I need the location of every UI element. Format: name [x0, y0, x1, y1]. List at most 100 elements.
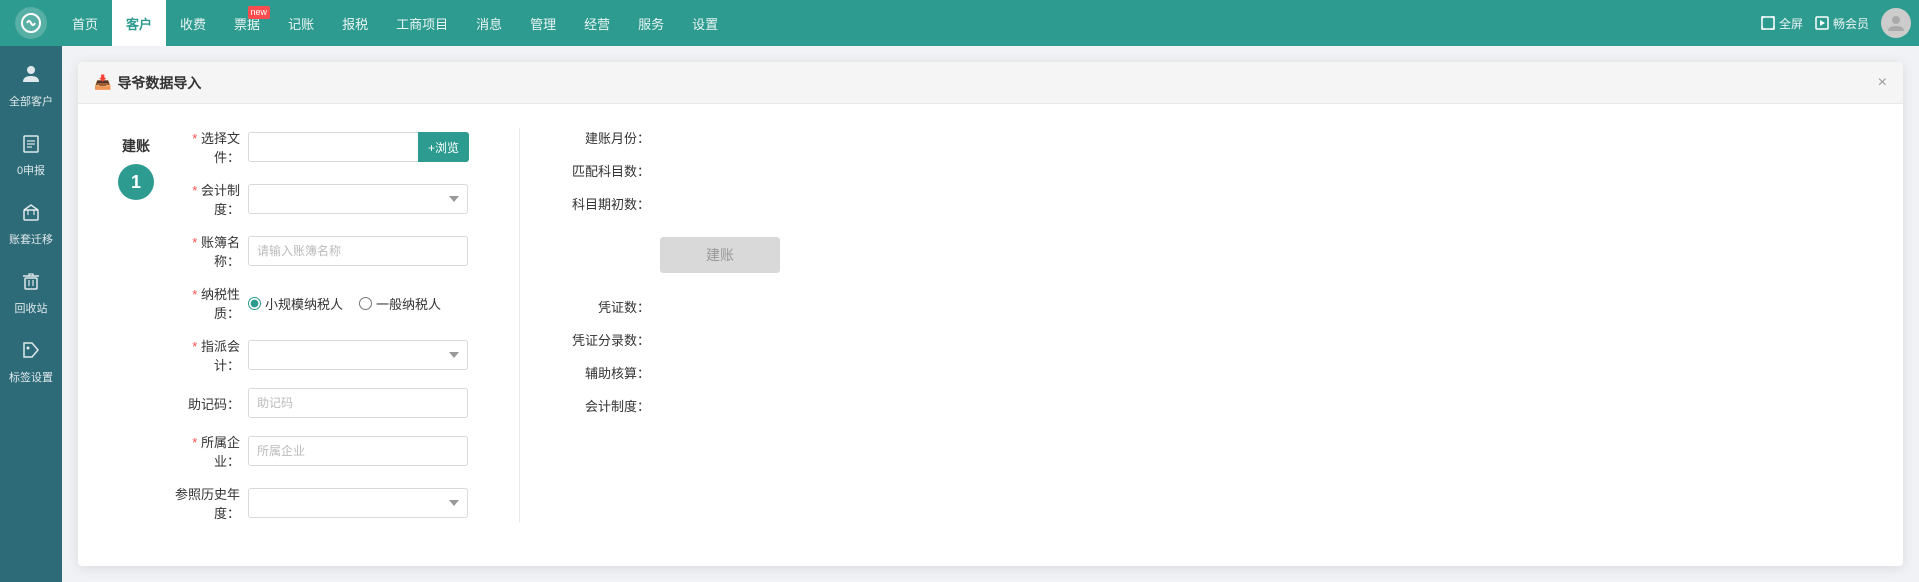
sidebar: 全部客户 0申报 账套迁移: [0, 46, 62, 582]
tax-type-label: * 纳税性质：: [170, 284, 240, 322]
accountant-row: * 指派会计：: [170, 336, 469, 374]
dialog-header: 📥 导爷数据导入 ×: [78, 62, 1903, 104]
company-row: * 所属企业：: [170, 432, 469, 470]
label-icon: [21, 340, 41, 365]
nav-item-fees[interactable]: 收费: [166, 0, 220, 46]
nav-item-customers[interactable]: 客户: [112, 0, 166, 46]
accounting-system-row: * 会计制度：: [170, 180, 469, 218]
all-customers-icon: [21, 64, 41, 89]
accounting-system-select[interactable]: [248, 184, 468, 214]
dialog-body: 建账 1 * 选择文件： +浏览: [78, 104, 1903, 546]
fullscreen-icon: [1761, 16, 1775, 30]
migration-icon: [21, 202, 41, 227]
step-label: 建账: [122, 128, 150, 156]
file-input[interactable]: [248, 132, 418, 162]
nav-item-manage[interactable]: 管理: [516, 0, 570, 46]
top-nav: 首页 客户 收费 票据 new 记账 报税 工商项目 消息 管理 经营 服务 设…: [0, 0, 1919, 46]
voucher-count-label: 凭证数：: [570, 297, 650, 316]
dialog: 📥 导爷数据导入 × 建账 1 *: [78, 62, 1903, 566]
user-icon: [1886, 13, 1906, 33]
sidebar-item-migration[interactable]: 账套迁移: [0, 192, 62, 257]
initial-subjects-row: 科目期初数：: [570, 194, 870, 213]
build-month-row: 建账月份：: [570, 128, 870, 147]
build-button[interactable]: 建账: [660, 237, 780, 273]
file-input-group: +浏览: [248, 132, 469, 162]
right-accounting-system-row: 会计制度：: [570, 396, 870, 415]
required-star-3: *: [192, 235, 197, 250]
required-star-6: *: [192, 435, 197, 450]
import-icon: 📥: [94, 74, 111, 91]
history-year-select[interactable]: [248, 488, 468, 518]
nav-item-business[interactable]: 工商项目: [382, 0, 462, 46]
right-accounting-system-label: 会计制度：: [570, 396, 650, 415]
memo-input[interactable]: [248, 388, 468, 418]
new-badge: new: [248, 6, 271, 19]
nav-item-settings[interactable]: 设置: [678, 0, 732, 46]
match-subjects-label: 匹配科目数：: [570, 161, 650, 180]
tax-small-radio[interactable]: 小规模纳税人: [248, 294, 343, 313]
play-icon: [1815, 16, 1829, 30]
nav-item-invoices[interactable]: 票据 new: [220, 0, 274, 46]
file-row: * 选择文件： +浏览: [170, 128, 469, 166]
tax-radio-group: 小规模纳税人 一般纳税人: [248, 294, 441, 313]
accountant-select[interactable]: [248, 340, 468, 370]
tag-icon: [21, 340, 41, 360]
initial-subjects-label: 科目期初数：: [570, 194, 650, 213]
accountant-label: * 指派会计：: [170, 336, 240, 374]
trash-icon: [21, 271, 41, 296]
close-button[interactable]: ×: [1878, 75, 1887, 91]
sidebar-item-declaration[interactable]: 0申报: [0, 123, 62, 188]
accounting-system-label: * 会计制度：: [170, 180, 240, 218]
declaration-icon: [21, 133, 41, 158]
divider: [519, 128, 520, 522]
trash-svg-icon: [21, 271, 41, 291]
build-btn-container: 建账: [570, 237, 870, 273]
required-star: *: [192, 131, 197, 146]
tax-general-radio[interactable]: 一般纳税人: [359, 294, 441, 313]
avatar[interactable]: [1881, 8, 1911, 38]
user-group-icon: [21, 64, 41, 84]
main-layout: 全部客户 0申报 账套迁移: [0, 46, 1919, 582]
history-year-row: 参照历史年度：: [170, 484, 469, 522]
voucher-entries-row: 凭证分录数：: [570, 330, 870, 349]
voucher-count-row: 凭证数：: [570, 297, 870, 316]
nav-item-bookkeeping[interactable]: 记账: [274, 0, 328, 46]
history-year-label: 参照历史年度：: [170, 484, 240, 522]
aux-accounting-label: 辅助核算：: [570, 363, 650, 382]
memo-label: 助记码：: [170, 394, 240, 413]
company-input[interactable]: [248, 436, 468, 466]
sidebar-item-trash[interactable]: 回收站: [0, 261, 62, 326]
right-section: 建账月份： 匹配科目数： 科目期初数： 建: [570, 128, 870, 522]
ledger-name-row: * 账簿名称：: [170, 232, 469, 270]
logo-icon: [20, 12, 42, 34]
required-star-2: *: [192, 183, 197, 198]
nav-item-home[interactable]: 首页: [58, 0, 112, 46]
required-star-5: *: [192, 339, 197, 354]
sidebar-item-labels[interactable]: 标签设置: [0, 330, 62, 395]
build-month-label: 建账月份：: [570, 128, 650, 147]
step-circle: 1: [118, 164, 154, 200]
ledger-name-input[interactable]: [248, 236, 468, 266]
nav-item-tax[interactable]: 报税: [328, 0, 382, 46]
step-section: 建账 1 * 选择文件： +浏览: [118, 128, 469, 522]
tax-general-radio-input[interactable]: [359, 297, 372, 310]
ledger-name-label: * 账簿名称：: [170, 232, 240, 270]
tax-small-radio-input[interactable]: [248, 297, 261, 310]
nav-item-service[interactable]: 服务: [624, 0, 678, 46]
logo: [8, 0, 54, 46]
box-icon: [21, 202, 41, 222]
form-section: * 选择文件： +浏览 * 会计制度：: [170, 128, 469, 522]
fullscreen-btn[interactable]: 全屏: [1761, 15, 1803, 32]
file-label: * 选择文件：: [170, 128, 240, 166]
sidebar-item-all-customers[interactable]: 全部客户: [0, 54, 62, 119]
browse-button[interactable]: +浏览: [418, 132, 469, 162]
nav-item-message[interactable]: 消息: [462, 0, 516, 46]
aux-accounting-row: 辅助核算：: [570, 363, 870, 382]
nav-item-operation[interactable]: 经营: [570, 0, 624, 46]
memo-row: 助记码：: [170, 388, 469, 418]
nav-right: 全屏 畅会员: [1761, 8, 1911, 38]
required-star-4: *: [192, 287, 197, 302]
tax-type-row: * 纳税性质： 小规模纳税人 一般纳税人: [170, 284, 469, 322]
content: 📥 导爷数据导入 × 建账 1 *: [62, 46, 1919, 582]
vip-btn[interactable]: 畅会员: [1815, 15, 1869, 32]
